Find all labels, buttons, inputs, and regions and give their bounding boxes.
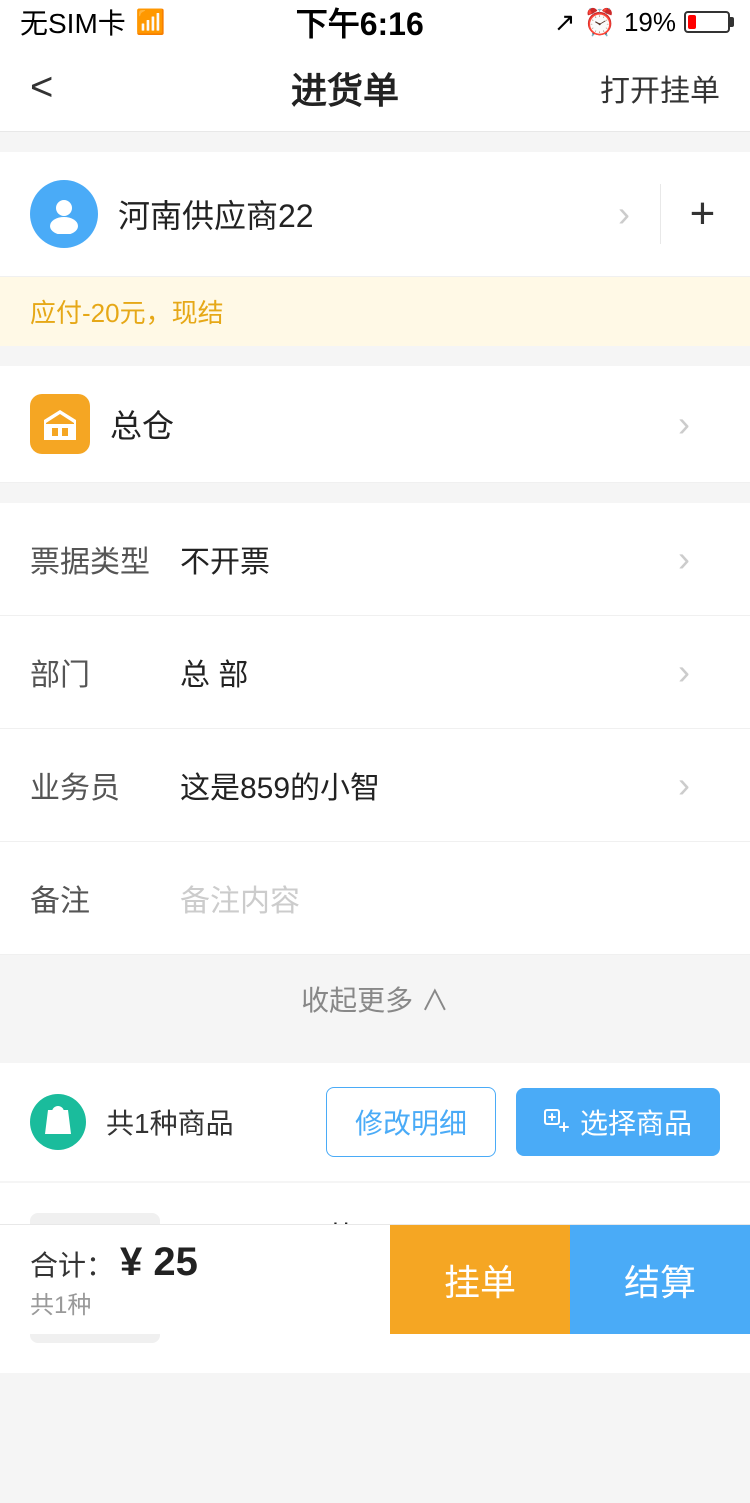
warehouse-chevron-icon: › — [678, 403, 690, 445]
salesperson-value: 这是859的小智 — [160, 763, 678, 807]
edit-details-button[interactable]: 修改明细 — [326, 1087, 496, 1157]
department-row[interactable]: 部门 总 部 › — [0, 616, 750, 729]
status-right: ↗ ⏰ 19% — [554, 7, 730, 38]
department-label: 部门 — [30, 650, 160, 694]
remark-label: 备注 — [30, 876, 160, 920]
supplier-avatar — [30, 180, 98, 248]
warehouse-section: 总仓 › — [0, 366, 750, 483]
checkout-button[interactable]: 结算 — [570, 1225, 750, 1334]
total-sub-label: 共1种 — [30, 1285, 360, 1320]
total-label: 合计： — [30, 1244, 114, 1284]
alarm-icon: ⏰ — [584, 7, 616, 38]
salesperson-label: 业务员 — [30, 763, 160, 807]
warehouse-icon — [42, 406, 78, 442]
supplier-name: 河南供应商22 — [118, 191, 618, 237]
department-value: 总 部 — [160, 650, 678, 694]
battery-fill — [688, 15, 696, 29]
carrier-label: 无SIM卡 — [20, 2, 126, 42]
warehouse-icon-bg — [30, 394, 90, 454]
collapse-bar[interactable]: 收起更多 ∧ — [0, 955, 750, 1043]
person-icon — [44, 194, 84, 234]
salesperson-row[interactable]: 业务员 这是859的小智 › — [0, 729, 750, 842]
product-count-icon-bg — [30, 1094, 86, 1150]
total-amount: ¥ 25 — [120, 1240, 198, 1285]
status-bar: 无SIM卡 📶 下午6:16 ↗ ⏰ 19% — [0, 0, 750, 44]
back-button[interactable]: < — [30, 65, 90, 110]
invoice-type-row[interactable]: 票据类型 不开票 › — [0, 503, 750, 616]
total-area: 合计： ¥ 25 共1种 — [0, 1225, 390, 1334]
invoice-type-value: 不开票 — [160, 537, 678, 581]
remark-input[interactable]: 备注内容 — [160, 876, 720, 920]
form-section: 票据类型 不开票 › 部门 总 部 › 业务员 这是859的小智 › 备注 备注… — [0, 503, 750, 955]
warehouse-label: 总仓 — [110, 401, 678, 447]
page-title: 进货单 — [291, 62, 399, 114]
salesperson-chevron-icon: › — [678, 764, 690, 806]
hang-button[interactable]: 挂单 — [390, 1225, 570, 1334]
supplier-row[interactable]: 河南供应商22 › + — [0, 152, 750, 277]
total-row: 合计： ¥ 25 — [30, 1240, 360, 1285]
add-supplier-button[interactable]: + — [660, 184, 720, 244]
remark-row[interactable]: 备注 备注内容 — [0, 842, 750, 955]
location-icon: ↗ — [554, 7, 576, 38]
department-chevron-icon: › — [678, 651, 690, 693]
nav-bar: < 进货单 打开挂单 — [0, 44, 750, 132]
select-product-label: 选择商品 — [580, 1102, 692, 1142]
bottom-spacer — [0, 1373, 750, 1503]
status-left: 无SIM卡 📶 — [20, 2, 166, 42]
warehouse-row[interactable]: 总仓 › — [0, 366, 750, 483]
section-gap-1 — [0, 132, 750, 152]
shopping-bag-icon — [42, 1106, 74, 1138]
bottom-bar: 合计： ¥ 25 共1种 挂单 结算 — [0, 1224, 750, 1334]
section-gap-2 — [0, 346, 750, 366]
open-pending-button[interactable]: 打开挂单 — [600, 66, 720, 110]
cart-plus-icon — [544, 1109, 570, 1135]
supplier-notice: 应付-20元，现结 — [0, 277, 750, 346]
status-time: 下午6:16 — [296, 0, 424, 45]
invoice-type-label: 票据类型 — [30, 537, 160, 581]
battery-icon — [684, 11, 730, 33]
supplier-section: 河南供应商22 › + 应付-20元，现结 — [0, 152, 750, 346]
invoice-type-chevron-icon: › — [678, 538, 690, 580]
product-header: 共1种商品 修改明细 选择商品 — [0, 1063, 750, 1181]
chevron-right-icon: › — [618, 193, 630, 235]
battery-percent: 19% — [624, 7, 676, 38]
select-product-button[interactable]: 选择商品 — [516, 1088, 720, 1156]
product-count-text: 共1种商品 — [106, 1102, 306, 1142]
wifi-icon: 📶 — [136, 8, 166, 37]
section-gap-3 — [0, 483, 750, 503]
